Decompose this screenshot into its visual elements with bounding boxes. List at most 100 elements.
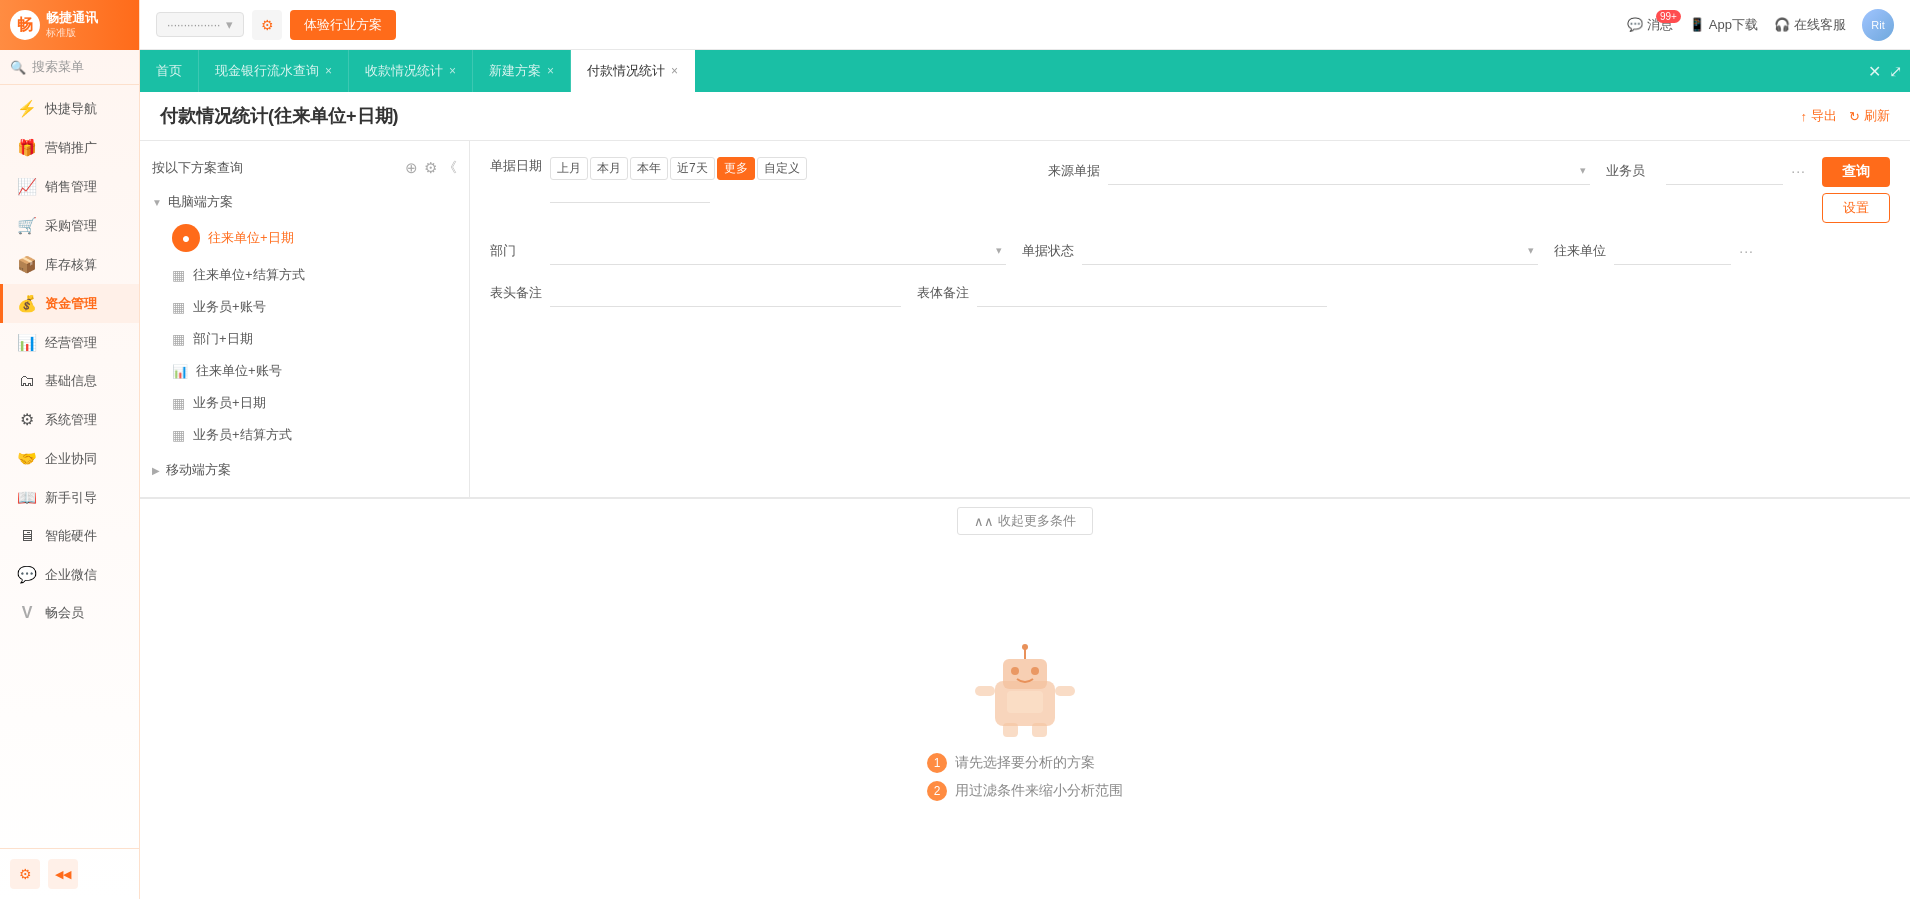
sidebar-item-system[interactable]: ⚙ 系统管理	[0, 400, 139, 439]
sidebar-search[interactable]: 🔍 搜索菜单	[0, 50, 139, 85]
receipt-stats-close-icon[interactable]: ×	[449, 64, 456, 78]
tab-bank-flow[interactable]: 现金银行流水查询 ×	[199, 50, 349, 92]
head-note-input[interactable]	[550, 279, 901, 307]
topbar-settings-icon[interactable]: ⚙	[252, 10, 282, 40]
staff-dots-btn[interactable]: ···	[1791, 163, 1806, 179]
page-header-actions: ↑ 导出 ↻ 刷新	[1801, 107, 1891, 125]
filter-field-staff: 业务员 ···	[1606, 157, 1806, 185]
sidebar-item-marketing[interactable]: 🎁 营销推广	[0, 128, 139, 167]
guide-icon: 📖	[17, 488, 37, 507]
robot-svg	[965, 641, 1085, 741]
svg-rect-8	[1003, 723, 1018, 737]
pc-group-arrow-icon: ▼	[152, 197, 162, 208]
trial-btn[interactable]: 体验行业方案	[290, 10, 396, 40]
scheme-item-dept-date[interactable]: ▦ 部门+日期	[140, 323, 469, 355]
body-note-input[interactable]	[977, 279, 1328, 307]
close-all-tabs-icon[interactable]: ✕	[1868, 62, 1881, 81]
payment-stats-tab-label: 付款情况统计	[587, 62, 665, 80]
scheme-item-staff-settlement[interactable]: ▦ 业务员+结算方式	[140, 419, 469, 451]
partner-input[interactable]	[1614, 237, 1731, 265]
scheme-item-staff-account[interactable]: ▦ 业务员+账号	[140, 291, 469, 323]
date-btn-custom[interactable]: 自定义	[757, 157, 807, 180]
export-btn[interactable]: ↑ 导出	[1801, 107, 1838, 125]
refresh-btn[interactable]: ↻ 刷新	[1849, 107, 1890, 125]
filter-settings-btn[interactable]: 设置	[1822, 193, 1890, 223]
date-btn-last-month[interactable]: 上月	[550, 157, 588, 180]
hint-text-2: 用过滤条件来缩小分析范围	[955, 782, 1123, 800]
collapse-sidebar-btn[interactable]: ◀◀	[48, 859, 78, 889]
scheme-item-partner-date[interactable]: ● 往来单位+日期	[140, 217, 469, 259]
source-select[interactable]: ▾	[1108, 157, 1590, 185]
scheme-item-partner-account[interactable]: 📊 往来单位+账号	[140, 355, 469, 387]
svg-rect-1	[1003, 659, 1047, 689]
scheme-item-label: 往来单位+账号	[196, 362, 282, 380]
tab-new-scheme[interactable]: 新建方案 ×	[473, 50, 571, 92]
scheme-chart-icon: 📊	[172, 364, 188, 379]
mobile-group-header[interactable]: ▶ 移动端方案	[140, 455, 469, 485]
dept-select[interactable]: ▾	[550, 237, 1006, 265]
company-name-selector[interactable]: ················ ▾	[156, 12, 244, 37]
scheme-item-label: 往来单位+结算方式	[193, 266, 305, 284]
pc-group-header[interactable]: ▼ 电脑端方案	[140, 187, 469, 217]
bank-flow-close-icon[interactable]: ×	[325, 64, 332, 78]
add-scheme-icon[interactable]: ⊕	[405, 159, 418, 177]
staff-input[interactable]	[1666, 157, 1783, 185]
query-btn[interactable]: 查询	[1822, 157, 1890, 187]
partner-dots-btn[interactable]: ···	[1739, 243, 1754, 259]
date-btn-this-month[interactable]: 本月	[590, 157, 628, 180]
sidebar-item-finance[interactable]: 💰 资金管理	[0, 284, 139, 323]
new-scheme-close-icon[interactable]: ×	[547, 64, 554, 78]
sidebar-item-label: 畅会员	[45, 604, 84, 622]
doc-status-select[interactable]: ▾	[1082, 237, 1538, 265]
doc-status-dropdown-icon: ▾	[1528, 244, 1534, 257]
sidebar-item-purchase[interactable]: 🛒 采购管理	[0, 206, 139, 245]
sidebar-item-guide[interactable]: 📖 新手引导	[0, 478, 139, 517]
sidebar-item-label: 智能硬件	[45, 527, 97, 545]
pc-group-label: 电脑端方案	[168, 193, 233, 211]
mobile-group-arrow-icon: ▶	[152, 465, 160, 476]
date-btn-7days[interactable]: 近7天	[670, 157, 715, 180]
sidebar-item-wechat[interactable]: 💬 企业微信	[0, 555, 139, 594]
collapse-more-btn[interactable]: ∧∧ 收起更多条件	[957, 507, 1093, 535]
tabbar: 首页 现金银行流水查询 × 收款情况统计 × 新建方案 × 付款情况统计 × ✕…	[140, 50, 1910, 92]
topbar: ················ ▾ ⚙ 体验行业方案 💬 消息 99+ 📱 A…	[140, 0, 1910, 50]
collapse-scheme-icon[interactable]: 《	[443, 159, 457, 177]
app-download-btn[interactable]: 📱 App下载	[1689, 16, 1758, 34]
sidebar-item-hardware[interactable]: 🖥 智能硬件	[0, 517, 139, 555]
payment-stats-close-icon[interactable]: ×	[671, 64, 678, 78]
svg-point-2	[1011, 667, 1019, 675]
maximize-icon[interactable]: ⤢	[1889, 62, 1902, 81]
online-service-btn[interactable]: 🎧 在线客服	[1774, 16, 1846, 34]
sidebar-item-sales[interactable]: 📈 销售管理	[0, 167, 139, 206]
bank-flow-tab-label: 现金银行流水查询	[215, 62, 319, 80]
sidebar-item-basic[interactable]: 🗂 基础信息	[0, 362, 139, 400]
user-avatar[interactable]: Rit	[1862, 9, 1894, 41]
app-icon: 📱	[1689, 17, 1705, 32]
hint-num-1: 1	[927, 753, 947, 773]
tab-payment-stats[interactable]: 付款情况统计 ×	[571, 50, 695, 92]
sidebar-item-quick-nav[interactable]: ⚡ 快捷导航	[0, 89, 139, 128]
sidebar-logo: 畅 畅捷通讯 标准版	[0, 0, 139, 50]
refresh-label: 刷新	[1864, 107, 1890, 125]
date-btn-more[interactable]: 更多	[717, 157, 755, 180]
settings-bottom-icon[interactable]: ⚙	[10, 859, 40, 889]
home-tab-label: 首页	[156, 62, 182, 80]
sidebar-item-enterprise[interactable]: 🤝 企业协同	[0, 439, 139, 478]
filter-row-2: 部门 ▾ 单据状态 ▾ 往来单位	[490, 237, 1890, 265]
scheme-settings-icon[interactable]: ⚙	[424, 159, 437, 177]
svg-point-5	[1022, 644, 1028, 650]
tab-receipt-stats[interactable]: 收款情况统计 ×	[349, 50, 473, 92]
scheme-item-label: 业务员+日期	[193, 394, 266, 412]
service-label: 在线客服	[1794, 16, 1846, 34]
tab-home[interactable]: 首页	[140, 50, 199, 92]
scheme-item-staff-date[interactable]: ▦ 业务员+日期	[140, 387, 469, 419]
scheme-item-partner-settlement[interactable]: ▦ 往来单位+结算方式	[140, 259, 469, 291]
date-range-input[interactable]: 2022-01-01 至 2022-12-31	[550, 184, 710, 203]
date-btn-this-year[interactable]: 本年	[630, 157, 668, 180]
sidebar-item-inventory[interactable]: 📦 库存核算	[0, 245, 139, 284]
message-btn[interactable]: 💬 消息 99+	[1627, 16, 1673, 34]
source-dropdown-icon: ▾	[1580, 164, 1586, 177]
sidebar-item-member[interactable]: V 畅会员	[0, 594, 139, 632]
sidebar-item-management[interactable]: 📊 经营管理	[0, 323, 139, 362]
filter-actions: 查询 设置	[1822, 157, 1890, 223]
